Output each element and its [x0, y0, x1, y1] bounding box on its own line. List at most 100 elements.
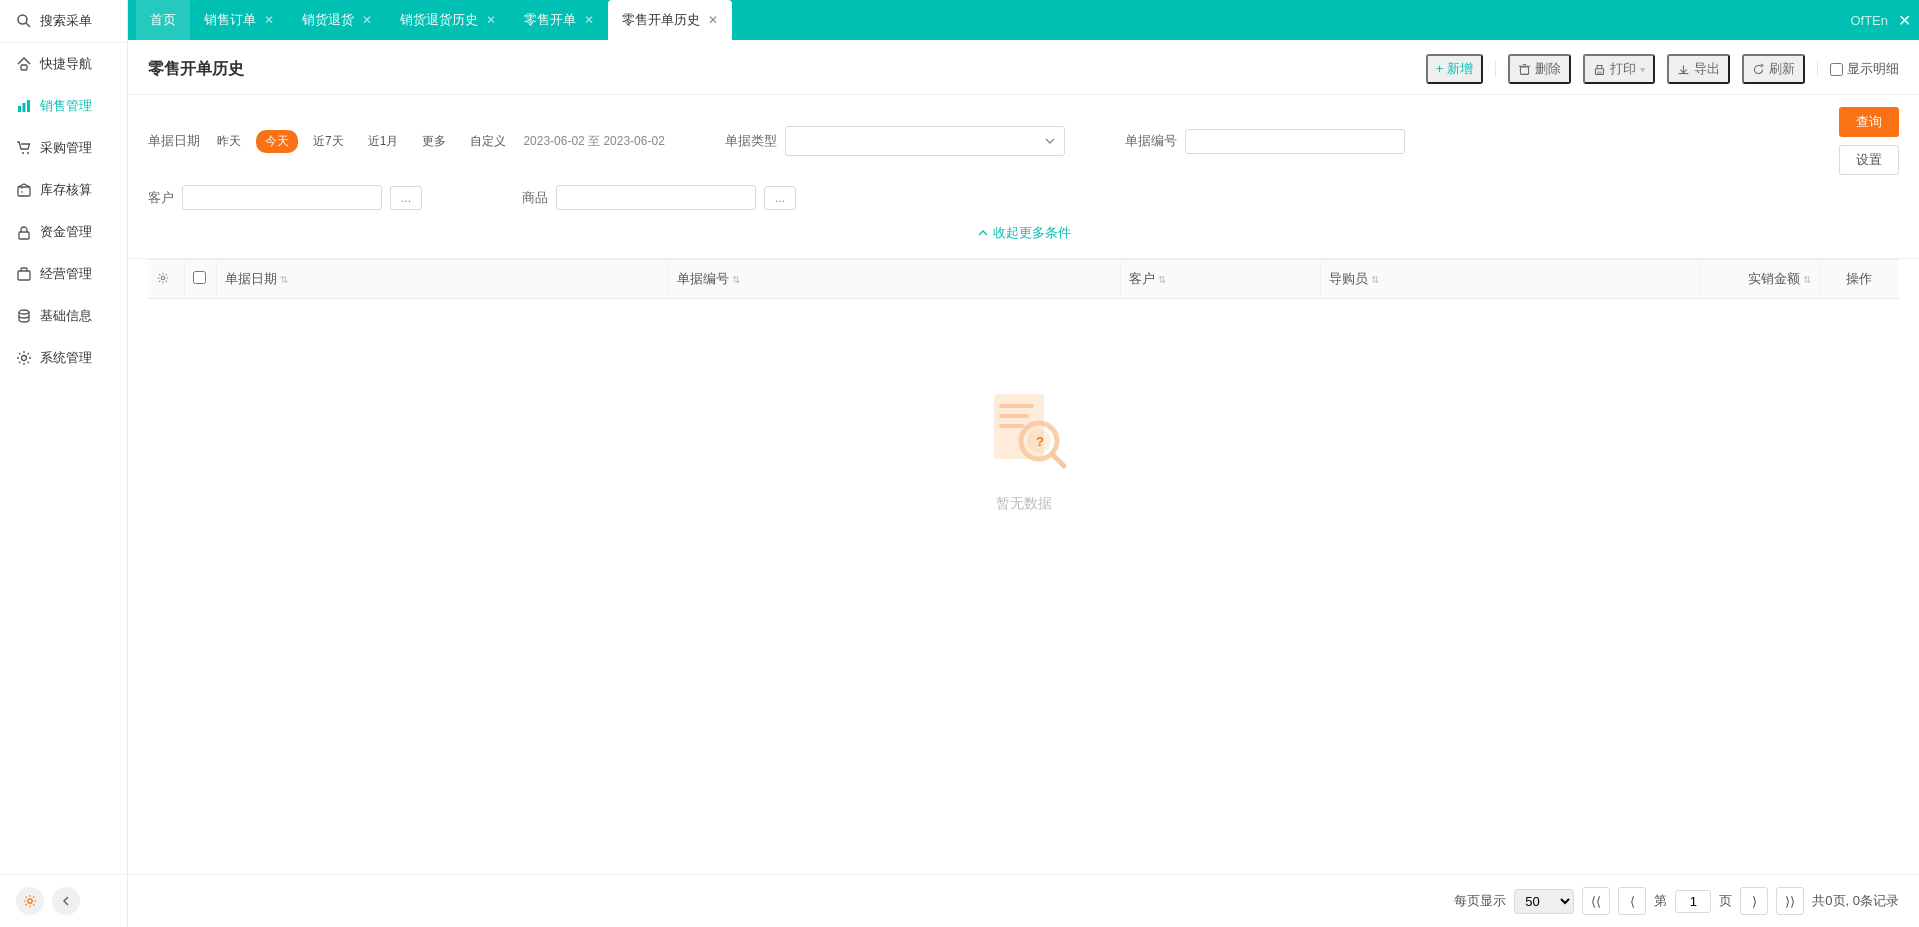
settings-button[interactable]	[16, 887, 44, 915]
doc-no-input[interactable]	[1185, 129, 1405, 154]
tab-home[interactable]: 首页	[136, 0, 190, 40]
last-page-button[interactable]: ⟩⟩	[1776, 887, 1804, 915]
svg-rect-18	[1597, 71, 1602, 73]
customer-input[interactable]	[182, 185, 382, 210]
th-settings[interactable]	[148, 260, 184, 299]
select-all-checkbox[interactable]	[193, 271, 206, 284]
tab-retail-open-history[interactable]: 零售开单历史 ✕	[608, 0, 732, 40]
svg-rect-22	[999, 414, 1029, 418]
add-button[interactable]: + 新增	[1426, 54, 1483, 84]
th-action-label: 操作	[1846, 271, 1872, 286]
collapse-label: 收起更多条件	[993, 224, 1071, 242]
page-label-pre: 第	[1654, 892, 1667, 910]
tab-sales-return-history[interactable]: 销货退货历史 ✕	[386, 0, 510, 40]
sidebar: 搜索采单 快捷导航 销售管理 采购管理 库存核算	[0, 0, 128, 927]
sidebar-item-quick-nav[interactable]: 快捷导航	[0, 43, 127, 85]
th-amount[interactable]: 实销金额 ⇅	[1699, 260, 1819, 299]
th-checkbox[interactable]	[184, 260, 216, 299]
export-button[interactable]: 导出	[1667, 54, 1730, 84]
sidebar-bottom	[0, 874, 127, 927]
sidebar-item-label: 资金管理	[40, 223, 92, 241]
sidebar-item-operations[interactable]: 经营管理	[0, 253, 127, 295]
refresh-icon	[1752, 63, 1765, 76]
display-detail-input[interactable]	[1830, 63, 1843, 76]
empty-text: 暂无数据	[996, 495, 1052, 513]
sidebar-search[interactable]: 搜索采单	[0, 0, 127, 43]
svg-point-19	[161, 276, 165, 280]
page-number-input[interactable]	[1675, 890, 1711, 913]
th-action: 操作	[1819, 260, 1899, 299]
tab-retail-open-close[interactable]: ✕	[584, 13, 594, 27]
table-header: 单据日期 ⇅ 单据编号 ⇅ 客户	[148, 260, 1899, 299]
collapse-sidebar-button[interactable]	[52, 887, 80, 915]
th-customer[interactable]: 客户 ⇅	[1120, 260, 1320, 299]
close-window-button[interactable]: ✕	[1898, 11, 1911, 30]
th-guide[interactable]: 导购员 ⇅	[1320, 260, 1699, 299]
print-icon	[1593, 63, 1606, 76]
settings-filter-button[interactable]: 设置	[1839, 145, 1899, 175]
goods-filter-group: 商品 ...	[522, 185, 796, 210]
sidebar-item-basic-info[interactable]: 基础信息	[0, 295, 127, 337]
refresh-button[interactable]: 刷新	[1742, 54, 1805, 84]
date-btn-today[interactable]: 今天	[256, 130, 298, 153]
sidebar-item-purchase-mgmt[interactable]: 采购管理	[0, 127, 127, 169]
sidebar-item-label: 快捷导航	[40, 55, 92, 73]
tab-sales-return-history-close[interactable]: ✕	[486, 13, 496, 27]
prev-page-button[interactable]: ⟨	[1618, 887, 1646, 915]
print-button[interactable]: 打印 ▾	[1583, 54, 1655, 84]
sidebar-item-label: 经营管理	[40, 265, 92, 283]
tab-retail-open-history-close[interactable]: ✕	[708, 13, 718, 27]
sidebar-item-sys-mgmt[interactable]: 系统管理	[0, 337, 127, 379]
sidebar-item-label: 采购管理	[40, 139, 92, 157]
delete-button[interactable]: 删除	[1508, 54, 1571, 84]
filter-row-1: 单据日期 昨天 今天 近7天 近1月 更多 自定义 2023-06-02 至 2…	[148, 107, 1899, 175]
briefcase-icon	[16, 266, 32, 282]
tab-retail-open-label: 零售开单	[524, 11, 576, 29]
filter-area: 单据日期 昨天 今天 近7天 近1月 更多 自定义 2023-06-02 至 2…	[128, 95, 1919, 259]
per-page-select[interactable]: 50 10 20 100	[1514, 889, 1574, 914]
collapse-button[interactable]: 收起更多条件	[965, 220, 1083, 246]
sidebar-item-label: 库存核算	[40, 181, 92, 199]
svg-rect-15	[1520, 67, 1528, 74]
query-button[interactable]: 查询	[1839, 107, 1899, 137]
tab-sales-order-close[interactable]: ✕	[264, 13, 274, 27]
next-page-button[interactable]: ⟩	[1740, 887, 1768, 915]
date-btn-7days[interactable]: 近7天	[304, 130, 353, 153]
tab-sales-return-close[interactable]: ✕	[362, 13, 372, 27]
sidebar-item-finance[interactable]: 资金管理	[0, 211, 127, 253]
date-btn-more[interactable]: 更多	[413, 130, 455, 153]
goods-search-button[interactable]: ...	[764, 186, 796, 210]
display-detail-checkbox[interactable]: 显示明细	[1830, 60, 1899, 78]
sort-icon-guide: ⇅	[1371, 274, 1379, 285]
empty-state: ? 暂无数据	[148, 299, 1899, 593]
table-area: 单据日期 ⇅ 单据编号 ⇅ 客户	[128, 259, 1919, 874]
svg-point-13	[22, 356, 27, 361]
goods-input[interactable]	[556, 185, 756, 210]
empty-icon: ?	[974, 379, 1074, 479]
sidebar-item-sales-mgmt[interactable]: 销售管理	[0, 85, 127, 127]
first-page-button[interactable]: ⟨⟨	[1582, 887, 1610, 915]
tab-sales-order[interactable]: 销售订单 ✕	[190, 0, 288, 40]
tab-sales-return[interactable]: 销货退货 ✕	[288, 0, 386, 40]
sidebar-item-label: 销售管理	[40, 97, 92, 115]
svg-line-1	[26, 23, 30, 27]
date-btn-yesterday[interactable]: 昨天	[208, 130, 250, 153]
th-doc-no[interactable]: 单据编号 ⇅	[668, 260, 1120, 299]
search-icon	[16, 13, 32, 29]
customer-search-button[interactable]: ...	[390, 186, 422, 210]
gear-icon	[16, 350, 32, 366]
th-customer-label: 客户	[1129, 270, 1155, 288]
toolbar: + 新增 删除 打印 ▾	[1426, 54, 1899, 84]
table-settings-icon	[156, 271, 170, 285]
cart-icon	[16, 140, 32, 156]
date-btn-custom[interactable]: 自定义	[461, 130, 515, 153]
export-icon	[1677, 63, 1690, 76]
sidebar-item-inventory[interactable]: 库存核算	[0, 169, 127, 211]
doc-type-select[interactable]	[785, 126, 1065, 156]
per-page-label: 每页显示	[1454, 892, 1506, 910]
th-doc-date[interactable]: 单据日期 ⇅	[216, 260, 668, 299]
date-btn-1month[interactable]: 近1月	[359, 130, 408, 153]
date-range-display: 2023-06-02 至 2023-06-02	[523, 133, 664, 150]
svg-text:?: ?	[1036, 434, 1044, 449]
tab-retail-open[interactable]: 零售开单 ✕	[510, 0, 608, 40]
